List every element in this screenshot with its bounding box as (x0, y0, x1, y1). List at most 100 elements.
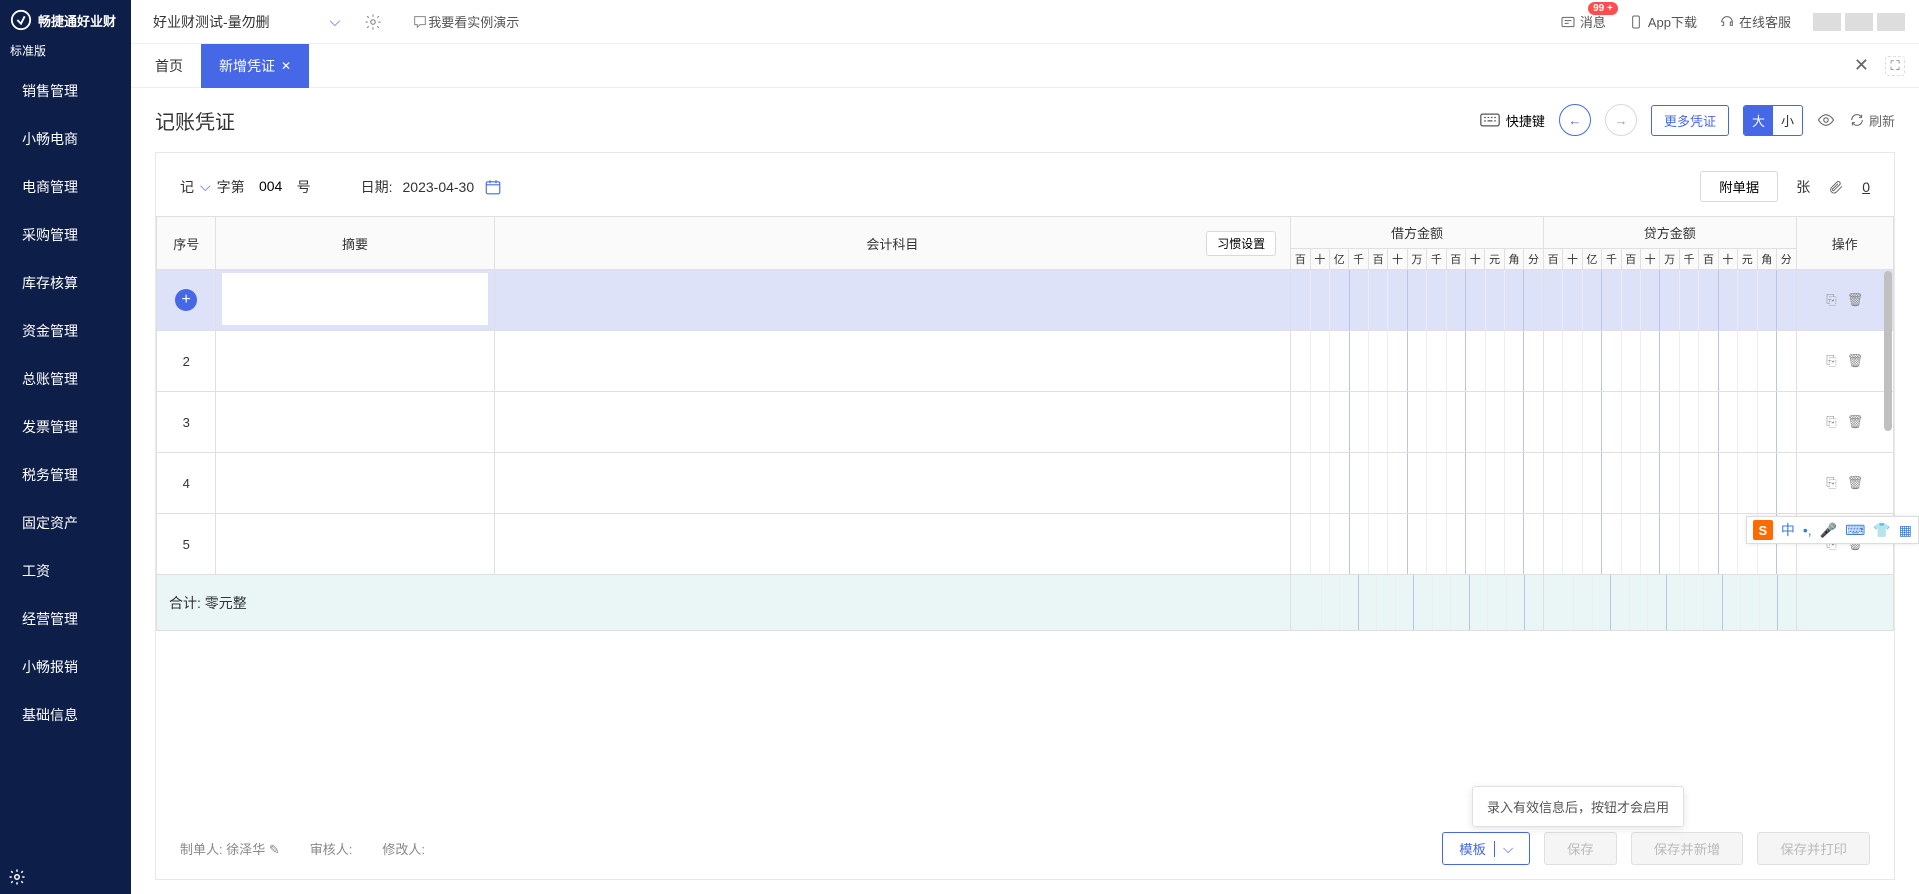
nav-item[interactable]: 基础信息 (0, 691, 131, 739)
next-button[interactable]: → (1605, 104, 1637, 136)
sidebar: 畅捷通好业财 标准版 销售管理 小畅电商 电商管理 采购管理 库存核算 资金管理… (0, 0, 131, 894)
headset-icon (1719, 14, 1735, 30)
close-icon[interactable]: ✕ (281, 59, 291, 73)
gear-icon (364, 13, 382, 31)
date-label: 日期: (361, 177, 393, 197)
table-row: 2 ⎘🗑 (157, 331, 1894, 392)
ime-punct-icon[interactable]: •, (1803, 522, 1812, 538)
save-print-button: 保存并打印 (1757, 832, 1870, 865)
ime-skin-icon[interactable]: 👕 (1873, 522, 1890, 539)
ime-keyboard-icon[interactable]: ⌨ (1845, 522, 1865, 539)
tab-current[interactable]: 新增凭证✕ (201, 44, 309, 88)
nav-item[interactable]: 小畅报销 (0, 643, 131, 691)
more-vouchers-link[interactable]: 更多凭证 (1651, 105, 1729, 136)
keyboard-icon (1480, 113, 1500, 127)
summary-input[interactable] (222, 273, 488, 325)
app-download-link[interactable]: App下载 (1628, 12, 1697, 31)
delete-row-icon[interactable]: 🗑 (1847, 353, 1864, 369)
save-new-button: 保存并新增 (1631, 832, 1744, 865)
add-row-button[interactable]: + (175, 289, 197, 311)
chevron-down-icon[interactable]: ⌵ (200, 178, 211, 195)
nav-item[interactable]: 固定资产 (0, 499, 131, 547)
table-row: 4 ⎘🗑 (157, 453, 1894, 514)
delete-row-icon[interactable]: 🗑 (1847, 414, 1864, 430)
nav-item[interactable]: 小畅电商 (0, 115, 131, 163)
tooltip: 录入有效信息后，按钮才会启用 (1472, 786, 1684, 827)
attachment-count: 0 (1862, 179, 1870, 195)
edition-label: 标准版 (0, 40, 131, 67)
brand-icon (10, 9, 32, 31)
messages-link[interactable]: 消息 99 + (1560, 12, 1606, 31)
nav-item[interactable]: 工资 (0, 547, 131, 595)
copy-row-icon[interactable]: ⎘ (1826, 292, 1836, 308)
scrollbar[interactable] (1884, 271, 1892, 431)
nav-item[interactable]: 资金管理 (0, 307, 131, 355)
chevron-down-icon: ⌵ (1494, 841, 1513, 857)
prev-button[interactable]: ← (1559, 104, 1591, 136)
tabs: 首页 新增凭证✕ ✕ ⛶ (131, 44, 1919, 88)
shortcut-button[interactable]: 快捷键 (1480, 111, 1545, 130)
nav-item[interactable]: 电商管理 (0, 163, 131, 211)
size-large[interactable]: 大 (1744, 106, 1773, 135)
table-row: + ⎘ 🗑 (157, 270, 1894, 331)
save-button: 保存 (1544, 832, 1617, 865)
voucher-suffix: 号 (297, 177, 311, 197)
table-row: 5 ⎘🗑 (157, 514, 1894, 575)
nav-item[interactable]: 采购管理 (0, 211, 131, 259)
voucher-prefix: 记 (180, 177, 194, 197)
calendar-icon[interactable] (484, 178, 502, 196)
gear-icon (8, 868, 26, 886)
nav-item[interactable]: 库存核算 (0, 259, 131, 307)
ime-toolbar[interactable]: S 中 •, 🎤 ⌨ 👕 ▦ (1746, 516, 1919, 544)
tab-home[interactable]: 首页 (137, 44, 201, 88)
date-value[interactable]: 2023-04-30 (403, 179, 475, 195)
nav-item[interactable]: 税务管理 (0, 451, 131, 499)
sheet-label: 张 (1796, 177, 1810, 197)
subject-cell[interactable] (494, 270, 1291, 331)
credit-cell[interactable] (1543, 270, 1796, 331)
logo: 畅捷通好业财 (0, 0, 131, 40)
th-seq: 序号 (157, 217, 216, 270)
voucher-word: 字第 (217, 177, 245, 197)
footer: 制单人: 徐泽华 ✎ 审核人: 修改人: 模板⌵ 保存 保存并新增 保存并打印 … (156, 818, 1894, 879)
copy-row-icon[interactable]: ⎘ (1826, 475, 1836, 491)
eye-icon (1817, 111, 1835, 129)
edit-icon[interactable]: ✎ (269, 842, 280, 857)
size-small[interactable]: 小 (1773, 106, 1802, 135)
voucher-number-input[interactable] (251, 178, 291, 195)
nav-item[interactable]: 销售管理 (0, 67, 131, 115)
debit-cell[interactable] (1291, 270, 1544, 331)
copy-row-icon[interactable]: ⎘ (1826, 353, 1836, 369)
delete-row-icon[interactable]: 🗑 (1847, 475, 1864, 491)
settings-button[interactable] (364, 13, 382, 31)
sidebar-settings[interactable] (0, 860, 131, 894)
nav-item[interactable]: 发票管理 (0, 403, 131, 451)
ime-menu-icon[interactable]: ▦ (1899, 522, 1912, 539)
chat-icon (412, 14, 428, 30)
page-header: 记账凭证 快捷键 ← → 更多凭证 大 小 刷新 (131, 88, 1919, 152)
th-subject: 会计科目 习惯设置 (494, 217, 1291, 270)
template-button[interactable]: 模板⌵ (1442, 832, 1530, 865)
nav: 销售管理 小畅电商 电商管理 采购管理 库存核算 资金管理 总账管理 发票管理 … (0, 67, 131, 860)
ime-lang[interactable]: 中 (1781, 520, 1795, 540)
paperclip-icon[interactable] (1828, 179, 1844, 195)
refresh-button[interactable]: 刷新 (1849, 111, 1895, 130)
table-row: 3 ⎘🗑 (157, 392, 1894, 453)
org-selector[interactable]: 好业财测试-量勿删 ⌵ (145, 8, 348, 36)
habit-settings-button[interactable]: 习惯设置 (1206, 231, 1276, 256)
support-link[interactable]: 在线客服 (1719, 12, 1791, 31)
attach-button[interactable]: 附单据 (1700, 171, 1778, 202)
fullscreen-button[interactable]: ⛶ (1885, 56, 1905, 76)
chevron-down-icon: ⌵ (330, 13, 341, 30)
preview-button[interactable] (1817, 111, 1835, 129)
close-all-tabs[interactable]: ✕ (1854, 55, 1869, 76)
avatar[interactable] (1813, 13, 1905, 31)
demo-link[interactable]: 我要看实例演示 (412, 12, 519, 31)
copy-row-icon[interactable]: ⎘ (1826, 414, 1836, 430)
nav-item[interactable]: 经营管理 (0, 595, 131, 643)
th-credit: 贷方金额 (1543, 217, 1796, 249)
voucher-panel: 记 ⌵ 字第 号 日期: 2023-04-30 附单据 张 (155, 152, 1895, 880)
ime-mic-icon[interactable]: 🎤 (1820, 522, 1837, 539)
nav-item[interactable]: 总账管理 (0, 355, 131, 403)
delete-row-icon[interactable]: 🗑 (1847, 292, 1864, 308)
